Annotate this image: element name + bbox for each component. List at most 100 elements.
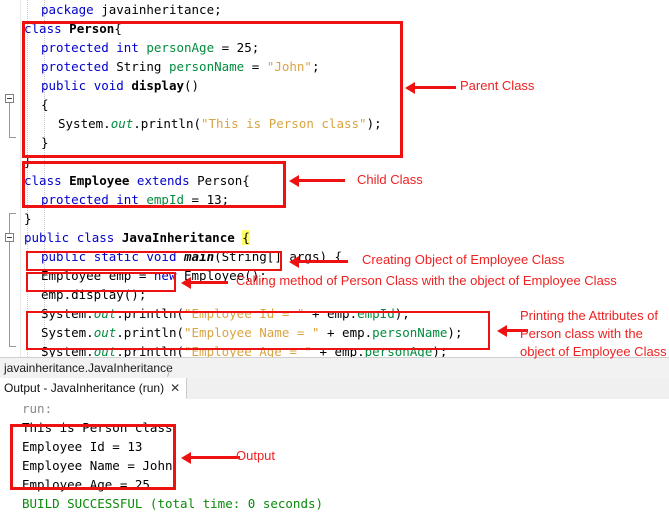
code-token: Employee emp = <box>41 268 154 283</box>
code-line[interactable]: } <box>20 133 669 152</box>
code-token: class <box>76 230 115 245</box>
code-line[interactable]: protected int empId = 13; <box>20 190 669 209</box>
code-token: .println( <box>116 325 184 340</box>
code-token: .println( <box>116 306 184 321</box>
code-token: = 13; <box>184 192 230 207</box>
code-token: static <box>93 249 139 264</box>
output-line: This is Person class <box>22 420 173 435</box>
code-token: int <box>116 192 139 207</box>
code-token: = 25; <box>214 40 260 55</box>
code-token: ); <box>394 306 410 321</box>
close-icon[interactable]: ✕ <box>170 381 180 395</box>
code-token: out <box>110 116 134 131</box>
fold-toggle-display-method[interactable] <box>5 94 14 103</box>
breadcrumb-path[interactable]: javainheritance.JavaInheritance <box>4 358 173 378</box>
code-lines[interactable]: package javainheritance; class Person{pro… <box>20 0 669 357</box>
code-token: Person{ <box>189 173 250 188</box>
code-token: } <box>41 135 49 150</box>
code-line[interactable]: public class JavaInheritance { <box>20 228 669 247</box>
code-line[interactable]: } <box>20 152 669 171</box>
code-token: ); <box>447 325 463 340</box>
code-token: Person <box>69 21 115 36</box>
code-token: protected <box>41 40 109 55</box>
output-line: Employee Id = 13 <box>22 439 143 454</box>
code-token: ; <box>311 59 320 74</box>
code-token: { <box>41 97 49 112</box>
code-line[interactable]: Employee emp = new Employee(); <box>20 266 669 285</box>
code-token: .println( <box>133 116 201 131</box>
output-tab-bar: Output - JavaInheritance (run) ✕ <box>0 378 669 400</box>
code-token: "John" <box>266 59 312 74</box>
code-token: protected <box>41 59 109 74</box>
code-token: out <box>93 306 117 321</box>
code-token: class <box>24 21 62 36</box>
output-line: Employee Age = 25 <box>22 477 150 492</box>
code-token: personAge <box>146 40 215 55</box>
code-token: + emp. <box>311 344 365 357</box>
code-token: empId <box>146 192 185 207</box>
code-token: "Employee Name = " <box>184 325 320 340</box>
code-token: .println( <box>116 344 184 357</box>
breadcrumb[interactable]: javainheritance.JavaInheritance ⟩ <box>0 357 669 379</box>
code-token: package <box>41 2 94 17</box>
output-tab-label: Output - JavaInheritance (run) <box>4 381 165 395</box>
code-line[interactable]: class Employee extends Person{ <box>20 171 669 190</box>
code-token: + emp. <box>319 325 373 340</box>
fold-end-marker <box>9 346 16 347</box>
code-line[interactable]: public void display() <box>20 76 669 95</box>
code-token: "This is Person class" <box>201 116 367 131</box>
output-console[interactable]: run: This is Person class Employee Id = 13… <box>0 399 669 512</box>
code-token: emp.display(); <box>41 287 147 302</box>
fold-toggle-main-method[interactable] <box>5 233 14 242</box>
code-editor[interactable]: package javainheritance; class Person{pro… <box>0 0 669 357</box>
code-token: = <box>244 59 267 74</box>
code-line[interactable]: System.out.println("This is Person class… <box>20 114 669 133</box>
code-line[interactable]: protected String personName = "John"; <box>20 57 669 76</box>
code-line[interactable]: emp.display(); <box>20 285 669 304</box>
code-token: display <box>131 78 185 93</box>
code-token: void <box>93 78 124 93</box>
code-token: protected <box>41 192 109 207</box>
code-token: javainheritance; <box>93 2 222 17</box>
fold-line <box>9 103 10 137</box>
output-panel[interactable]: Output - JavaInheritance (run) ✕ run: This… <box>0 378 669 512</box>
code-line[interactable]: protected int personAge = 25; <box>20 38 669 57</box>
code-line[interactable]: package javainheritance; <box>20 0 669 19</box>
code-line[interactable]: System.out.println("Employee Id = " + em… <box>20 304 669 323</box>
code-token: out <box>93 344 117 357</box>
code-line[interactable]: System.out.println("Employee Name = " + … <box>20 323 669 342</box>
code-line[interactable]: public static void main(String[] args) { <box>20 247 669 266</box>
code-token: main <box>184 249 215 264</box>
code-token: ); <box>366 116 382 131</box>
code-token: System. <box>41 325 94 340</box>
code-token: () <box>184 78 200 93</box>
code-token: String <box>108 59 169 74</box>
code-token: { <box>242 230 250 245</box>
output-line: Employee Name = John <box>22 458 173 473</box>
code-token: (String[] args) { <box>214 249 343 264</box>
code-token: empId <box>357 306 395 321</box>
code-token: + emp. <box>304 306 358 321</box>
code-token: JavaInheritance <box>121 230 235 245</box>
output-line: BUILD SUCCESSFUL (total time: 0 seconds) <box>22 496 324 511</box>
tab-output-javainheritance-run[interactable]: Output - JavaInheritance (run) ✕ <box>0 378 188 399</box>
fold-line <box>9 242 10 346</box>
code-token: { <box>114 21 122 36</box>
code-line[interactable]: class Person{ <box>20 19 669 38</box>
code-line[interactable]: System.out.println("Employee Age = " + e… <box>20 342 669 357</box>
code-token: personAge <box>364 344 433 357</box>
code-line[interactable]: } <box>20 209 669 228</box>
code-token: } <box>24 154 32 169</box>
code-token: personName <box>168 59 245 74</box>
editor-gutter[interactable] <box>0 0 21 357</box>
code-token: public <box>24 230 70 245</box>
code-token: } <box>24 211 32 226</box>
fold-start-marker <box>9 213 16 214</box>
code-line[interactable]: { <box>20 95 669 114</box>
code-token: int <box>116 40 139 55</box>
